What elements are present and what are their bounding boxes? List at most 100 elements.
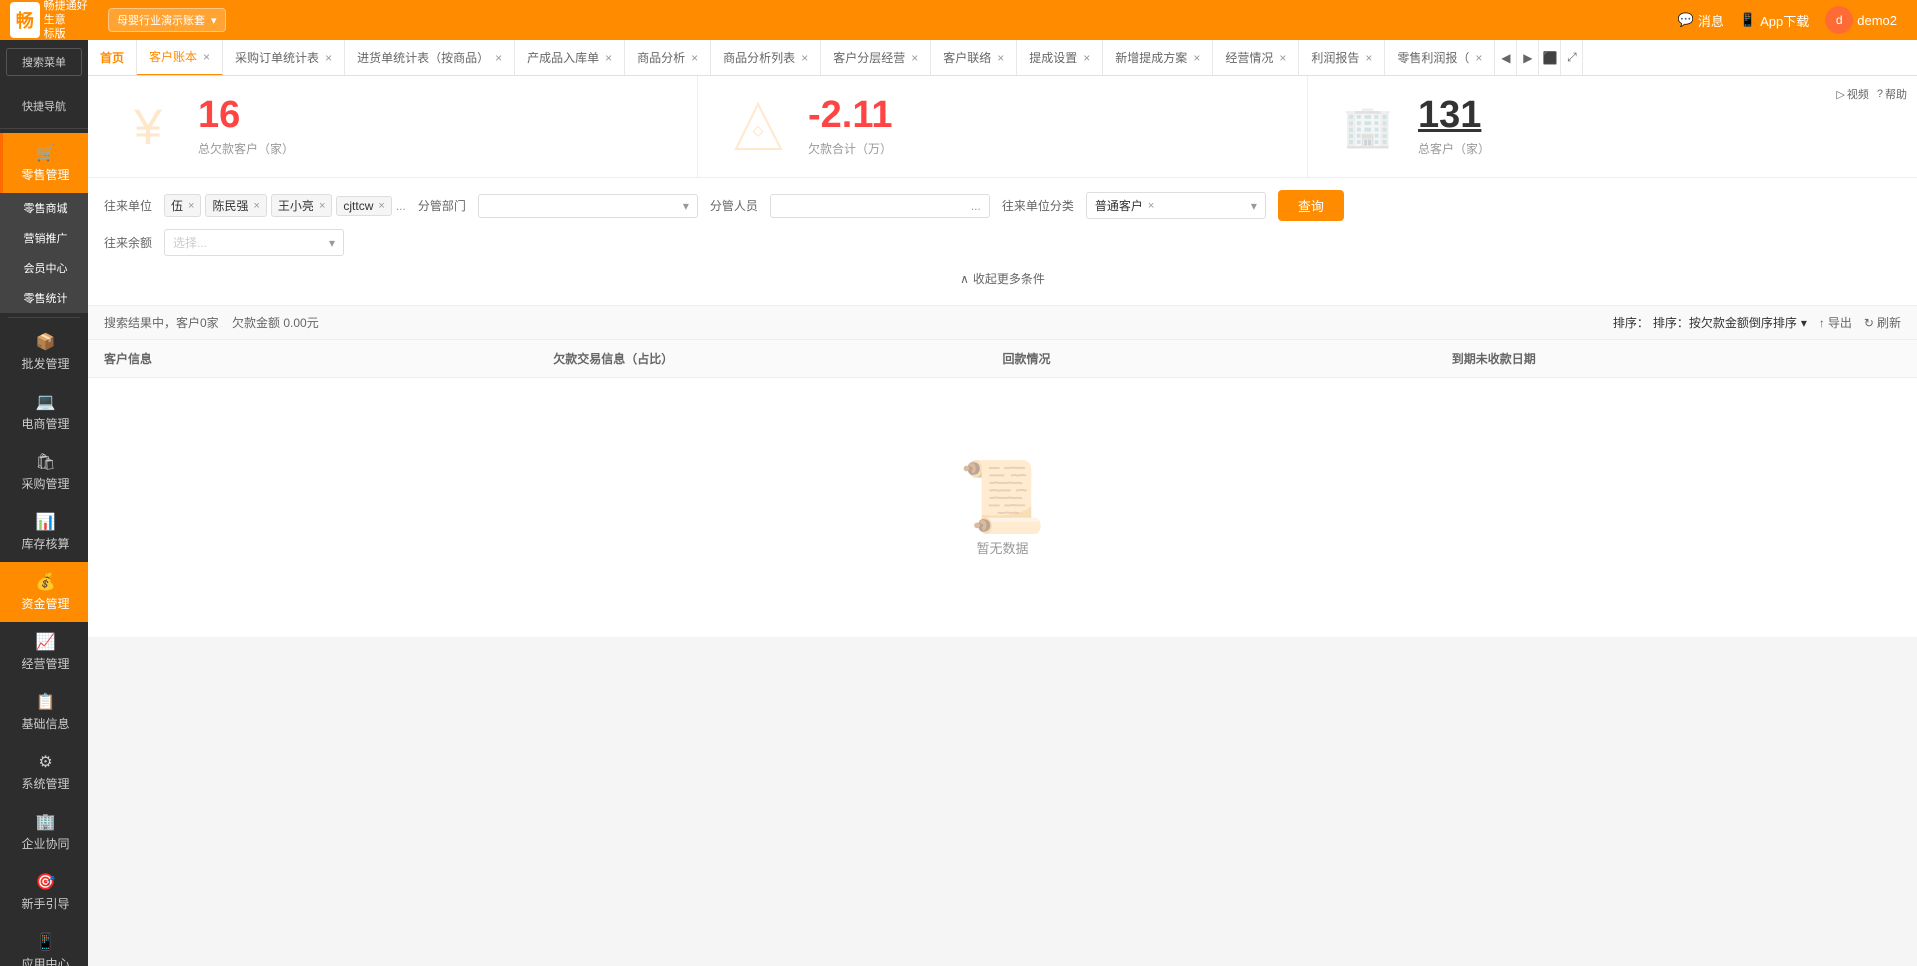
export-label: 导出 bbox=[1828, 314, 1852, 331]
stat-value-customers: 16 bbox=[198, 96, 667, 134]
more-tags-btn[interactable]: ... bbox=[396, 199, 406, 213]
sidebar-sep1 bbox=[8, 317, 80, 318]
tab-bar: 首页 客户账本 × 采购订单统计表 × 进货单统计表（按商品） × 产成品入库单… bbox=[88, 40, 1917, 76]
sidebar-item-operation[interactable]: 📈 经营管理 bbox=[0, 622, 88, 682]
tag-close-cjttcw[interactable]: × bbox=[378, 200, 384, 212]
basic-icon: 📋 bbox=[36, 692, 56, 712]
tab-operation-status[interactable]: 经营情况 × bbox=[1213, 40, 1299, 76]
sidebar-item-newguide[interactable]: 🎯 新手引导 bbox=[0, 862, 88, 922]
newguide-icon: 🎯 bbox=[36, 872, 56, 892]
tab-close-product[interactable]: × bbox=[605, 51, 612, 65]
result-actions: 排序： 排序：按欠款金额倒序排序 ▾ ↑ 导出 ↻ 刷新 bbox=[1613, 314, 1901, 331]
tab-close-profit[interactable]: × bbox=[1365, 51, 1372, 65]
tab-purchase-order-stat[interactable]: 采购订单统计表 × bbox=[223, 40, 345, 76]
account-selector[interactable]: 母婴行业演示账套 ▾ bbox=[108, 8, 226, 32]
tab-close-customer-ledger[interactable]: × bbox=[203, 50, 210, 64]
sidebar-item-finance[interactable]: 💰 资金管理 bbox=[0, 562, 88, 622]
tab-close-inbound[interactable]: × bbox=[495, 51, 502, 65]
sidebar-item-label: 新手引导 bbox=[21, 895, 69, 912]
sidebar-item-basic[interactable]: 📋 基础信息 bbox=[0, 682, 88, 742]
tab-product-inbound[interactable]: 产成品入库单 × bbox=[515, 40, 625, 76]
sidebar-item-system[interactable]: ⚙ 系统管理 bbox=[0, 742, 88, 802]
dept-select[interactable]: ▾ bbox=[478, 194, 698, 218]
video-help-btn[interactable]: ▷ 视频 bbox=[1836, 86, 1868, 102]
tab-customer-tier[interactable]: 客户分层经营 × bbox=[821, 40, 931, 76]
sidebar-item-retail[interactable]: 🛒 零售管理 bbox=[0, 133, 88, 193]
sidebar-item-appcenter[interactable]: 📱 应用中心 bbox=[0, 922, 88, 966]
logo-line1: 畅捷通好生意 bbox=[44, 0, 98, 27]
tab-retail-profit[interactable]: 零售利润报（ × bbox=[1385, 40, 1495, 76]
sidebar-item-label: 基础信息 bbox=[21, 715, 69, 732]
app-download-btn[interactable]: 📱 App下载 bbox=[1740, 11, 1809, 30]
sidebar-item-label: 零售管理 bbox=[21, 166, 69, 183]
sidebar-search-area: 搜索菜单 bbox=[0, 40, 88, 84]
stat-info-3: 131 总客户（家） bbox=[1418, 96, 1887, 157]
phone-icon: 📱 bbox=[1740, 12, 1756, 28]
unit-filter-label: 往来单位 bbox=[104, 197, 152, 214]
message-btn[interactable]: 💬 消息 bbox=[1678, 11, 1724, 30]
no-data-icon: 📜 bbox=[959, 457, 1046, 539]
tab-close-purchase[interactable]: × bbox=[325, 51, 332, 65]
tab-customer-ledger[interactable]: 客户账本 × bbox=[137, 40, 223, 76]
tab-commission-settings[interactable]: 提成设置 × bbox=[1017, 40, 1103, 76]
tab-profit-report[interactable]: 利润报告 × bbox=[1299, 40, 1385, 76]
person-filter-label: 分管人员 bbox=[710, 197, 758, 214]
filter-collapse-btn[interactable]: ∧ 收起更多条件 bbox=[960, 264, 1045, 293]
balance-select[interactable]: 选择... ▾ bbox=[164, 229, 344, 256]
tab-goods-analysis[interactable]: 商品分析 × bbox=[625, 40, 711, 76]
tag-close-wu[interactable]: × bbox=[188, 200, 194, 212]
person-select[interactable]: ... bbox=[770, 194, 990, 218]
user-menu[interactable]: d demo2 bbox=[1825, 6, 1897, 34]
help-btn[interactable]: ? 帮助 bbox=[1877, 86, 1907, 102]
empty-illustration: 📜 bbox=[953, 458, 1053, 538]
export-btn[interactable]: ↑ 导出 bbox=[1819, 314, 1852, 331]
tab-goods-inbound-stat[interactable]: 进货单统计表（按商品） × bbox=[345, 40, 515, 76]
tab-close-customer-tier[interactable]: × bbox=[911, 51, 918, 65]
tab-prev-btn[interactable]: ◀ bbox=[1495, 40, 1517, 76]
sidebar-item-label: 应用中心 bbox=[21, 955, 69, 966]
top-center: 母婴行业演示账套 ▾ bbox=[98, 8, 1678, 32]
sidebar-item-inventory[interactable]: 📊 库存核算 bbox=[0, 502, 88, 562]
tab-close-retail-profit[interactable]: × bbox=[1475, 51, 1482, 65]
tab-close-commission[interactable]: × bbox=[1083, 51, 1090, 65]
sidebar-item-retail-mall[interactable]: 零售商城 bbox=[0, 193, 88, 223]
tab-close-goods-list[interactable]: × bbox=[801, 51, 808, 65]
help-label: 帮助 bbox=[1885, 86, 1907, 102]
tab-fullscreen-btn[interactable]: ⤢ bbox=[1561, 40, 1583, 76]
tab-expand-btn[interactable]: ⬛ bbox=[1539, 40, 1561, 76]
sidebar-item-wholesale[interactable]: 📦 批发管理 bbox=[0, 322, 88, 382]
sidebar-item-label: 营销推广 bbox=[24, 230, 68, 246]
sidebar-item-retail-stat[interactable]: 零售统计 bbox=[0, 283, 88, 313]
sidebar-item-marketing[interactable]: 营销推广 bbox=[0, 223, 88, 253]
refresh-btn[interactable]: ↻ 刷新 bbox=[1864, 314, 1901, 331]
tab-next-btn[interactable]: ▶ bbox=[1517, 40, 1539, 76]
unit-type-select[interactable]: 普通客户 × ▾ bbox=[1086, 192, 1266, 219]
quick-nav-btn[interactable]: 快捷导航 bbox=[6, 92, 82, 120]
col-header-debt: 欠款交易信息（占比） bbox=[553, 350, 1002, 367]
sidebar-item-member[interactable]: 会员中心 bbox=[0, 253, 88, 283]
question-icon: ? bbox=[1877, 88, 1883, 100]
tab-close-goods[interactable]: × bbox=[691, 51, 698, 65]
tag-close-wang[interactable]: × bbox=[319, 200, 325, 212]
sort-select[interactable]: 排序： 排序：按欠款金额倒序排序 ▾ bbox=[1613, 314, 1807, 331]
debt-amount: 欠款金额 0.00元 bbox=[232, 316, 319, 330]
tab-add-commission[interactable]: 新增提成方案 × bbox=[1103, 40, 1213, 76]
top-right: 💬 消息 📱 App下载 d demo2 bbox=[1678, 6, 1907, 34]
tab-customer-contact[interactable]: 客户联络 × bbox=[931, 40, 1017, 76]
chevron-down-icon: ▾ bbox=[1801, 316, 1807, 330]
tab-close-add-commission[interactable]: × bbox=[1193, 51, 1200, 65]
tab-goods-analysis-list[interactable]: 商品分析列表 × bbox=[711, 40, 821, 76]
stat-card-total: 🏢 131 总客户（家） ▷ 视频 ? bbox=[1308, 76, 1917, 177]
sidebar-item-purchase[interactable]: 🛍 采购管理 bbox=[0, 442, 88, 502]
sidebar-item-label: 系统管理 bbox=[21, 775, 69, 792]
tab-close-operation[interactable]: × bbox=[1279, 51, 1286, 65]
query-button[interactable]: 查询 bbox=[1278, 190, 1344, 221]
search-menu-btn[interactable]: 搜索菜单 bbox=[6, 48, 82, 76]
tab-close-contact[interactable]: × bbox=[997, 51, 1004, 65]
building-icon: 🏢 bbox=[1343, 103, 1393, 150]
sidebar-item-ecommerce[interactable]: 💻 电商管理 bbox=[0, 382, 88, 442]
tab-home[interactable]: 首页 bbox=[88, 40, 137, 76]
tag-close-chen[interactable]: × bbox=[253, 200, 259, 212]
tag-close-normal[interactable]: × bbox=[1148, 200, 1154, 212]
sidebar-item-enterprise[interactable]: 🏢 企业协同 bbox=[0, 802, 88, 862]
